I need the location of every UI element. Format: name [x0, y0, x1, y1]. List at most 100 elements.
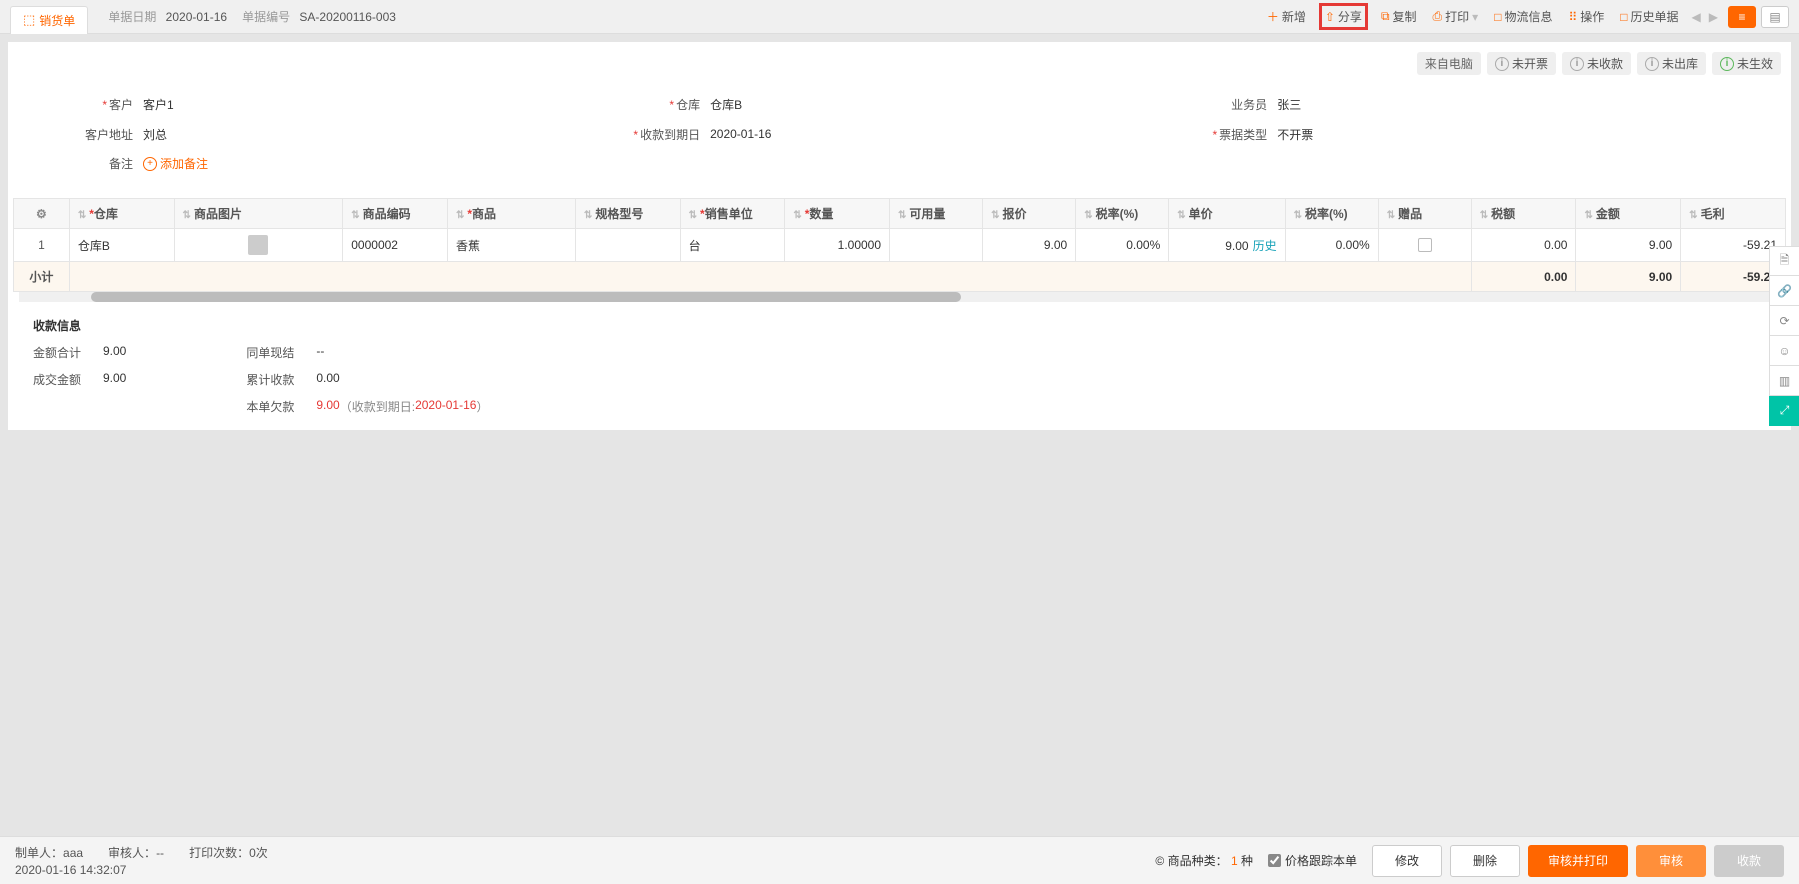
side-bar-icon[interactable]: ▥ [1769, 366, 1799, 396]
scrollbar-thumb[interactable] [91, 292, 961, 302]
price-track-checkbox[interactable]: 价格跟踪本单 [1268, 852, 1357, 869]
cell-spec[interactable] [575, 229, 680, 262]
side-note-icon[interactable]: 🗎 [1769, 246, 1799, 276]
cell-product[interactable]: 香蕉 [447, 229, 575, 262]
top-toolbar: ⬚ 销货单 单据日期 2020-01-16 单据编号 SA-20200116-0… [0, 0, 1799, 34]
side-expand-icon[interactable]: ⤢ [1769, 396, 1799, 426]
col-product[interactable]: ⇅*商品 [447, 199, 575, 229]
side-clock-icon[interactable]: ⟳ [1769, 306, 1799, 336]
col-amount[interactable]: ⇅金额 [1576, 199, 1681, 229]
grid: ⚙ ⇅*仓库 ⇅商品图片 ⇅商品编码 ⇅*商品 ⇅规格型号 ⇅*销售单位 ⇅*数… [8, 198, 1791, 302]
cell-qty[interactable]: 1.00000 [785, 229, 890, 262]
audit-print-button[interactable]: 审核并打印 [1528, 845, 1628, 877]
view-list-button[interactable]: ≡ [1728, 6, 1756, 28]
cell-price[interactable]: 9.00历史 [1169, 229, 1285, 262]
next-icon[interactable]: ▶ [1709, 10, 1718, 24]
new-button[interactable]: ＋新增 [1264, 6, 1309, 27]
maker: aaa [63, 846, 83, 860]
col-price[interactable]: ⇅单价 [1169, 199, 1285, 229]
cum-receive: 0.00 [316, 371, 339, 388]
col-taxrate[interactable]: ⇅税率(%) [1076, 199, 1169, 229]
print-button[interactable]: ⎙打印▾ [1430, 6, 1482, 27]
owe-due-date: 2020-01-16 [415, 398, 476, 415]
customer-value[interactable]: 客户1 [143, 96, 174, 113]
due-date-value[interactable]: 2020-01-16 [710, 127, 771, 141]
grid-icon: ⠿ [1568, 10, 1577, 24]
col-tax[interactable]: ⇅税额 [1471, 199, 1576, 229]
info-icon: i [1495, 57, 1509, 71]
gear-icon: ⚙ [36, 207, 47, 221]
col-quote[interactable]: ⇅报价 [983, 199, 1076, 229]
logistics-button[interactable]: □物流信息 [1491, 6, 1555, 27]
receive-button[interactable]: 收款 [1714, 845, 1784, 877]
gift-checkbox[interactable] [1418, 238, 1432, 252]
col-gift[interactable]: ⇅赠品 [1378, 199, 1471, 229]
history-button[interactable]: □历史单据 [1617, 6, 1681, 27]
price-track-input[interactable] [1268, 854, 1281, 867]
table-row[interactable]: 1 仓库B 0000002 香蕉 台 1.00000 9.00 0.00% 9.… [14, 229, 1786, 262]
warehouse-value[interactable]: 仓库B [710, 96, 742, 113]
col-warehouse[interactable]: ⇅*仓库 [69, 199, 174, 229]
cell-avail[interactable] [890, 229, 983, 262]
row-index: 1 [14, 229, 70, 262]
copy-button[interactable]: ⧉复制 [1378, 6, 1420, 27]
delete-button[interactable]: 删除 [1450, 845, 1520, 877]
history-link[interactable]: 历史 [1253, 239, 1277, 253]
deal-amount: 9.00 [103, 371, 126, 388]
col-qty[interactable]: ⇅*数量 [785, 199, 890, 229]
chevron-down-icon: ▾ [1472, 10, 1478, 24]
modify-button[interactable]: 修改 [1372, 845, 1442, 877]
auditor: -- [156, 846, 164, 860]
side-link-icon[interactable]: 🔗 [1769, 276, 1799, 306]
audit-button[interactable]: 审核 [1636, 845, 1706, 877]
col-avail[interactable]: ⇅可用量 [890, 199, 983, 229]
payment-title: 收款信息 [33, 317, 1766, 334]
chip-unout: i未出库 [1637, 52, 1706, 75]
document-meta: 单据日期 2020-01-16 单据编号 SA-20200116-003 [108, 8, 396, 25]
tab-title: 销货单 [39, 12, 75, 29]
gear-column[interactable]: ⚙ [14, 199, 70, 229]
cell-taxrate[interactable]: 0.00% [1076, 229, 1169, 262]
horizontal-scrollbar[interactable] [19, 292, 1780, 302]
cash-settle: -- [316, 344, 324, 361]
document-tab[interactable]: ⬚ 销货单 [10, 6, 88, 34]
col-unit[interactable]: ⇅*销售单位 [680, 199, 785, 229]
history-icon: □ [1620, 10, 1627, 24]
sales-doc-icon: ⬚ [23, 12, 35, 28]
cell-image[interactable] [174, 229, 343, 262]
footer: 制单人：aaa 审核人：-- 打印次数：0次 2020-01-16 14:32:… [0, 836, 1799, 884]
plus-icon: ＋ [1267, 8, 1279, 25]
cell-amount[interactable]: 9.00 [1576, 229, 1681, 262]
payment-section: 收款信息 金额合计9.00 成交金额9.00 同单现结-- 累计收款0.00 本… [8, 302, 1791, 430]
right-side-rail: 🗎 🔗 ⟳ ☺ ▥ ⤢ [1769, 246, 1799, 426]
add-remark-button[interactable]: + 添加备注 [143, 155, 208, 172]
address-name[interactable]: 刘总 [143, 126, 167, 143]
col-vat[interactable]: ⇅税率(%) [1285, 199, 1378, 229]
plus-circle-icon: + [143, 157, 157, 171]
operate-button[interactable]: ⠿操作 [1565, 6, 1607, 27]
cell-quote[interactable]: 9.00 [983, 229, 1076, 262]
info-icon: i [1720, 57, 1734, 71]
cell-gift[interactable] [1378, 229, 1471, 262]
copyright-icon: © [1155, 854, 1164, 868]
info-icon: i [1570, 57, 1584, 71]
view-tile-button[interactable]: ▤ [1761, 6, 1789, 28]
cell-code[interactable]: 0000002 [343, 229, 448, 262]
cell-tax[interactable]: 0.00 [1471, 229, 1576, 262]
cell-unit[interactable]: 台 [680, 229, 785, 262]
col-image[interactable]: ⇅商品图片 [174, 199, 343, 229]
col-profit[interactable]: ⇅毛利 [1681, 199, 1786, 229]
share-button[interactable]: ⇧分享 [1319, 3, 1368, 30]
subtotal-row: 小计 0.00 9.00 -59.21 [14, 262, 1786, 292]
salesman-value[interactable]: 张三 [1277, 96, 1301, 113]
cell-warehouse[interactable]: 仓库B [69, 229, 174, 262]
col-code[interactable]: ⇅商品编码 [343, 199, 448, 229]
prev-icon[interactable]: ◀ [1692, 10, 1701, 24]
side-user-icon[interactable]: ☺ [1769, 336, 1799, 366]
subtotal-tax: 0.00 [1471, 262, 1576, 292]
invoice-type-value[interactable]: 不开票 [1277, 126, 1313, 143]
table-header-row: ⚙ ⇅*仓库 ⇅商品图片 ⇅商品编码 ⇅*商品 ⇅规格型号 ⇅*销售单位 ⇅*数… [14, 199, 1786, 229]
col-spec[interactable]: ⇅规格型号 [575, 199, 680, 229]
copy-icon: ⧉ [1381, 9, 1390, 24]
cell-vat[interactable]: 0.00% [1285, 229, 1378, 262]
